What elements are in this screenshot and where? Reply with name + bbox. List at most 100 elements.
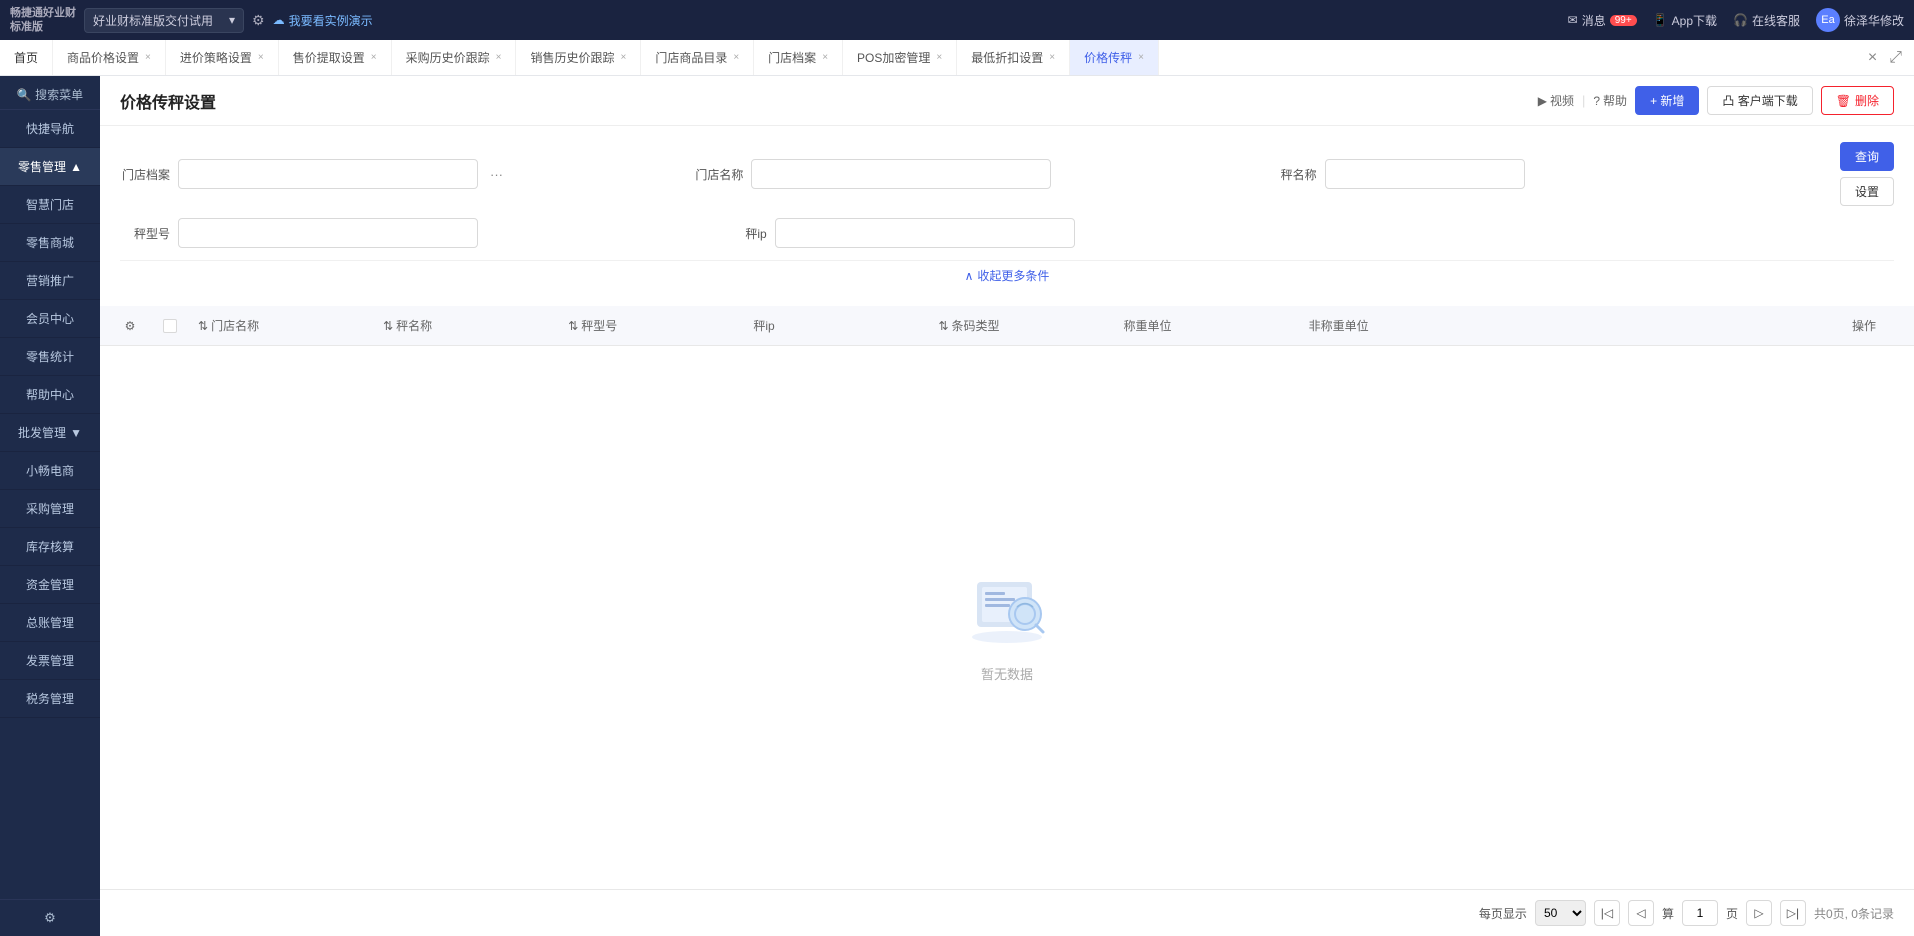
close-icon[interactable]: ×: [733, 52, 739, 63]
total-label: 共0页, 0条记录: [1814, 905, 1894, 922]
last-page-button[interactable]: ▷|: [1780, 900, 1806, 926]
video-link[interactable]: ▶ 视频: [1538, 92, 1574, 109]
tab-price-scale[interactable]: 价格传秤 ×: [1070, 40, 1159, 76]
gear-icon[interactable]: ⚙: [252, 12, 265, 29]
select-all-checkbox[interactable]: [163, 319, 177, 333]
sidebar-item-invoice[interactable]: 发票管理: [0, 642, 100, 680]
sidebar-item-inventory[interactable]: 库存核算: [0, 528, 100, 566]
next-page-button[interactable]: ▷: [1746, 900, 1772, 926]
sidebar-item-finance[interactable]: 资金管理: [0, 566, 100, 604]
sidebar-settings-button[interactable]: ⚙: [0, 899, 100, 936]
page-unit: 页: [1726, 905, 1738, 922]
table-body: 暂无数据: [100, 346, 1914, 889]
download-icon: 📱: [1653, 13, 1668, 27]
th-checkbox[interactable]: [150, 319, 190, 333]
sidebar-item-smart-store[interactable]: 智慧门店: [0, 186, 100, 224]
sidebar-item-ecommerce[interactable]: 小畅电商: [0, 452, 100, 490]
sidebar-item-help[interactable]: 帮助中心: [0, 376, 100, 414]
th-non-weight-unit: 非称重单位: [1301, 317, 1824, 334]
maximize-icon[interactable]: ⤢: [1885, 47, 1906, 69]
sidebar-item-marketing[interactable]: 营销推广: [0, 262, 100, 300]
tab-store-archive[interactable]: 门店档案 ×: [754, 40, 843, 76]
help-link[interactable]: ? 帮助: [1593, 92, 1627, 109]
th-store-name: ⇅ 门店名称: [190, 317, 375, 334]
version-selector[interactable]: 好业财标准版交付试用 ▾: [84, 8, 244, 33]
nav-tabs: 首页 商品价格设置 × 进价策略设置 × 售价提取设置 × 采购历史价跟踪 × …: [0, 40, 1914, 76]
th-barcode-type: ⇅ 条码类型: [930, 317, 1115, 334]
scale-name-input[interactable]: [1325, 159, 1525, 189]
close-icon[interactable]: ×: [620, 52, 626, 63]
sidebar-item-purchase[interactable]: 采购管理: [0, 490, 100, 528]
page-input[interactable]: [1682, 900, 1718, 926]
sort-icon: ⇅: [568, 319, 578, 333]
tab-pos-encrypt[interactable]: POS加密管理 ×: [843, 40, 957, 76]
cloud-icon: ☁: [273, 13, 285, 27]
scale-ip-input[interactable]: [775, 218, 1075, 248]
ellipsis-icon[interactable]: ···: [486, 167, 507, 182]
th-weight-unit: 称重单位: [1116, 317, 1301, 334]
store-archive-field: 门店档案 ···: [120, 159, 677, 189]
chevron-down-icon: ▼: [70, 426, 82, 440]
sidebar-search[interactable]: 🔍 搜索菜单: [0, 76, 100, 110]
sidebar-item-tax[interactable]: 税务管理: [0, 680, 100, 718]
th-scale-name: ⇅ 秤名称: [375, 317, 560, 334]
settings-icon: ⚙: [44, 910, 56, 925]
close-icon[interactable]: ×: [258, 52, 264, 63]
download-client-button[interactable]: 凸 客户端下载: [1707, 86, 1812, 115]
close-icon[interactable]: ×: [936, 52, 942, 63]
tab-sales-history[interactable]: 销售历史价跟踪 ×: [516, 40, 641, 76]
online-service-button[interactable]: 🎧 在线客服: [1733, 12, 1800, 29]
delete-button[interactable]: 🗑 删除: [1821, 86, 1894, 115]
store-archive-input[interactable]: [178, 159, 478, 189]
tab-purchase-history[interactable]: 采购历史价跟踪 ×: [392, 40, 517, 76]
sidebar-item-member[interactable]: 会员中心: [0, 300, 100, 338]
page-title: 价格传秤设置: [120, 89, 216, 113]
table-header: ⚙ ⇅ 门店名称 ⇅ 秤名称 ⇅ 秤型号 秤ip: [100, 306, 1914, 346]
user-menu[interactable]: Ea 徐泽华修改: [1816, 8, 1904, 32]
search-icon: 🔍: [17, 88, 32, 102]
sidebar-item-retail[interactable]: 零售管理 ▲: [0, 148, 100, 186]
app-download-button[interactable]: 📱 App下载: [1653, 12, 1717, 29]
demo-link[interactable]: ☁ 我要看实例演示: [273, 12, 373, 29]
close-icon[interactable]: ×: [1138, 52, 1144, 63]
close-icon[interactable]: ×: [496, 52, 502, 63]
add-button[interactable]: + 新增: [1635, 86, 1699, 115]
empty-text: 暂无数据: [981, 664, 1033, 683]
th-scale-ip: 秤ip: [745, 317, 930, 334]
per-page-select[interactable]: 50 10 20 100: [1535, 900, 1586, 926]
sidebar-item-wholesale[interactable]: 批发管理 ▼: [0, 414, 100, 452]
query-button[interactable]: 查询: [1840, 142, 1894, 171]
tab-sale-extract[interactable]: 售价提取设置 ×: [279, 40, 392, 76]
tab-purchase-strategy[interactable]: 进价策略设置 ×: [166, 40, 279, 76]
chevron-down-icon: ▾: [229, 13, 235, 27]
sidebar-item-retail-stats[interactable]: 零售统计: [0, 338, 100, 376]
table-container: ⚙ ⇅ 门店名称 ⇅ 秤名称 ⇅ 秤型号 秤ip: [100, 306, 1914, 936]
scale-model-label: 秤型号: [120, 225, 170, 242]
top-bar-left: 畅捷通好业财 标准版 好业财标准版交付试用 ▾ ⚙ ☁ 我要看实例演示: [10, 6, 373, 35]
th-settings[interactable]: ⚙: [110, 319, 150, 333]
close-icon[interactable]: ×: [145, 52, 151, 63]
collapse-bar[interactable]: ∧ 收起更多条件: [120, 260, 1894, 290]
close-icon[interactable]: ×: [1049, 52, 1055, 63]
tab-goods-price[interactable]: 商品价格设置 ×: [53, 40, 166, 76]
sidebar-item-ledger[interactable]: 总账管理: [0, 604, 100, 642]
close-icon[interactable]: ×: [822, 52, 828, 63]
set-button[interactable]: 设置: [1840, 177, 1894, 206]
sidebar: 🔍 搜索菜单 快捷导航 零售管理 ▲ 智慧门店 零售商城 营销推广 会员中心 零…: [0, 76, 100, 936]
gear-icon: ⚙: [125, 319, 136, 333]
sidebar-shortcut[interactable]: 快捷导航: [0, 110, 100, 148]
prev-page-button[interactable]: ◁: [1628, 900, 1654, 926]
close-icon[interactable]: ×: [371, 52, 377, 63]
message-button[interactable]: ✉ 消息 99+: [1568, 12, 1637, 29]
tab-home[interactable]: 首页: [0, 40, 53, 76]
sidebar-item-retail-mall[interactable]: 零售商城: [0, 224, 100, 262]
scale-model-input[interactable]: [178, 218, 478, 248]
first-page-button[interactable]: |◁: [1594, 900, 1620, 926]
message-icon: ✉: [1568, 13, 1578, 27]
tab-min-discount[interactable]: 最低折扣设置 ×: [957, 40, 1070, 76]
tab-store-catalog[interactable]: 门店商品目录 ×: [641, 40, 754, 76]
message-badge: 99+: [1610, 15, 1637, 26]
close-window-icon[interactable]: ×: [1864, 47, 1881, 69]
store-name-input[interactable]: [751, 159, 1051, 189]
scale-name-label: 秤名称: [1267, 166, 1317, 183]
